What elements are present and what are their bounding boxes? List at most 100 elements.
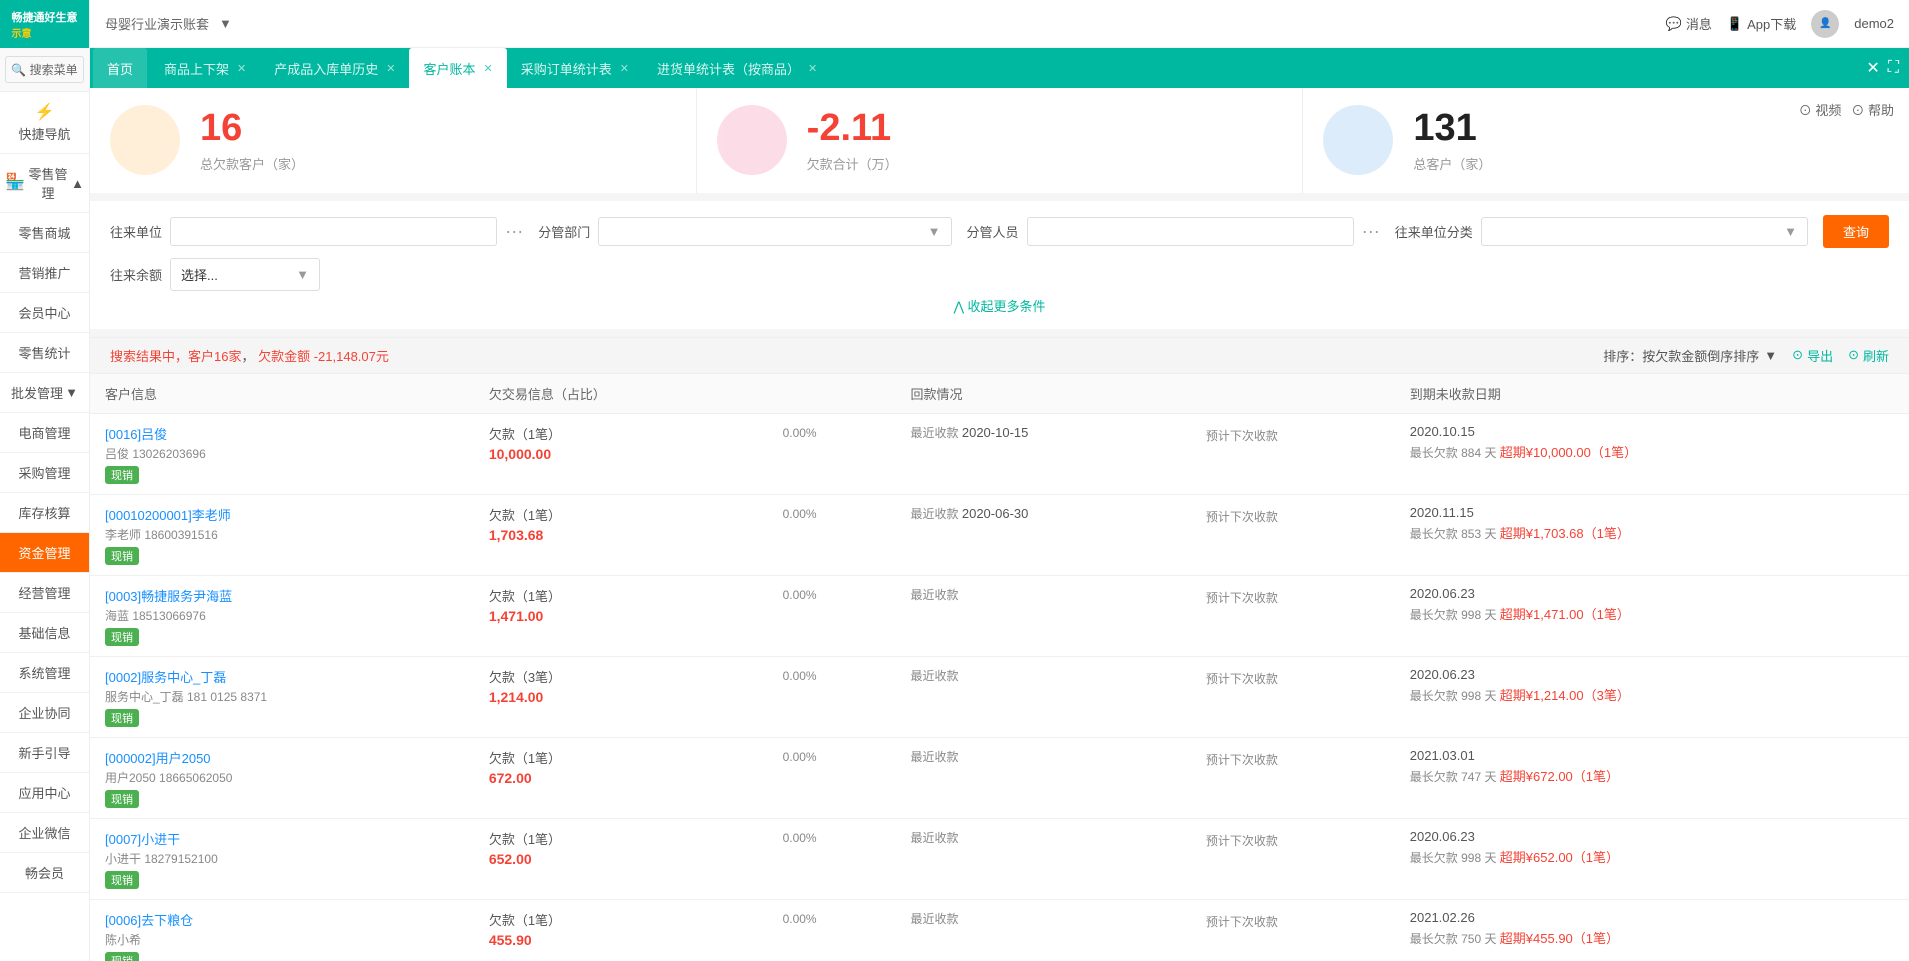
cell-overdue-1: 2020.11.15 最长欠款 853 天 超期¥1,703.68（1笔） (1395, 494, 1909, 575)
cell-next-5: 预计下次收款 (1191, 818, 1395, 899)
tab-close-product-listing[interactable]: ✕ (237, 62, 246, 75)
debt-count-6: 欠款（1笔） (489, 910, 753, 929)
sidebar-item-ecommerce[interactable]: 电商管理 (0, 413, 89, 453)
sidebar-item-app-center[interactable]: 应用中心 (0, 773, 89, 813)
overdue-link-2[interactable]: 超期¥1,471.00（1笔） (1500, 607, 1630, 622)
filter-group-balance: 往来余额 选择... ▼ (110, 258, 1889, 291)
customer-phone-3: 服务中心_丁磊 181 0125 8371 (105, 688, 459, 705)
sidebar-item-finance[interactable]: 资金管理 (0, 533, 89, 573)
filter-select-balance[interactable]: 选择... ▼ (170, 258, 320, 291)
refresh-button[interactable]: ⊙ 刷新 (1848, 346, 1889, 365)
sidebar-item-wholesale-mgmt[interactable]: 批发管理 ▼ (0, 373, 89, 413)
customer-phone-4: 用户2050 18665062050 (105, 769, 459, 786)
sidebar: 畅捷通好生意 示意 🔍 搜索菜单 ⚡ 快捷导航 🏪 零售管理 ▲ 零售商城 营销… (0, 0, 90, 961)
card-content-3: 131 总客户（家） (1413, 108, 1491, 173)
tab-customer-account[interactable]: 客户账本 ✕ (409, 48, 506, 88)
debt-count-1: 欠款（1笔） (489, 505, 753, 524)
tab-close-purchase-summary[interactable]: ✕ (620, 62, 629, 75)
customer-link-6[interactable]: [0006]去下粮仓 (105, 913, 193, 928)
search-menu-button[interactable]: 🔍 搜索菜单 (5, 56, 84, 83)
filter-input-person[interactable] (1027, 217, 1354, 246)
filter-label-dept: 分管部门 (538, 222, 590, 241)
overdue-link-1[interactable]: 超期¥1,703.68（1笔） (1500, 526, 1630, 541)
cell-customer-1: [00010200001]李老师 李老师 18600391516 现销 (90, 494, 474, 575)
overdue-link-0[interactable]: 超期¥10,000.00（1笔） (1500, 445, 1637, 460)
overdue-detail-1: 最长欠款 853 天 超期¥1,703.68（1笔） (1410, 523, 1894, 542)
sidebar-item-basic-info[interactable]: 基础信息 (0, 613, 89, 653)
overdue-detail-5: 最长欠款 998 天 超期¥652.00（1笔） (1410, 847, 1894, 866)
avatar[interactable]: 👤 (1811, 10, 1839, 38)
filter-group-person: 分管人员 ··· (967, 217, 1380, 246)
table-row: [0006]去下粮仓 陈小希 现销 欠款（1笔） 455.90 0.00% 最近… (90, 899, 1909, 961)
help-link[interactable]: ⊙ 帮助 (1851, 100, 1894, 119)
message-button[interactable]: 💬 消息 (1666, 14, 1712, 33)
card-number-1: 16 (200, 108, 304, 150)
filter-select-dept[interactable]: ▼ (598, 217, 951, 246)
overdue-link-4[interactable]: 超期¥672.00（1笔） (1500, 769, 1619, 784)
customer-link-2[interactable]: [0003]畅捷服务尹海蓝 (105, 589, 232, 604)
tab-close-production-history[interactable]: ✕ (386, 62, 395, 75)
customer-link-3[interactable]: [0002]服务中心_丁磊 (105, 670, 226, 685)
debt-amount-1: 1,703.68 (489, 527, 753, 543)
filter-input-unit[interactable] (170, 217, 497, 246)
sidebar-item-newbie[interactable]: 新手引导 (0, 733, 89, 773)
sidebar-item-operations[interactable]: 经营管理 (0, 573, 89, 613)
filter-person-dots[interactable]: ··· (1362, 221, 1380, 242)
tabs-expand-icon[interactable]: ⛶ (1888, 59, 1899, 77)
customer-phone-5: 小进干 18279152100 (105, 850, 459, 867)
sidebar-item-retail-mgmt[interactable]: 🏪 零售管理 ▲ (0, 154, 89, 213)
card-icon-building: ▦ (1323, 105, 1393, 175)
sidebar-item-retail-stats[interactable]: 零售统计 (0, 333, 89, 373)
overdue-link-5[interactable]: 超期¥652.00（1笔） (1500, 850, 1619, 865)
top-bar-left: 母婴行业演示账套 ▼ (105, 14, 232, 33)
overdue-link-6[interactable]: 超期¥455.90（1笔） (1500, 931, 1619, 946)
collapse-filters-button[interactable]: ⋀ 收起更多条件 (110, 296, 1889, 315)
video-link[interactable]: ⊙ 视频 (1799, 100, 1842, 119)
customer-link-0[interactable]: [0016]吕俊 (105, 427, 167, 442)
customer-link-5[interactable]: [0007]小进干 (105, 832, 180, 847)
cell-customer-4: [000002]用户2050 用户2050 18665062050 现销 (90, 737, 474, 818)
cell-debt-6: 欠款（1笔） 455.90 (474, 899, 768, 961)
customer-link-1[interactable]: [00010200001]李老师 (105, 508, 231, 523)
filter-group-unit: 往来单位 ··· (110, 217, 523, 246)
tab-production-history[interactable]: 产成品入库单历史 ✕ (260, 48, 409, 88)
overdue-link-3[interactable]: 超期¥1,214.00（3笔） (1500, 688, 1630, 703)
customer-badge-4: 现销 (105, 790, 139, 808)
sidebar-item-chang-member[interactable]: 畅会员 (0, 853, 89, 893)
cell-next-3: 预计下次收款 (1191, 656, 1395, 737)
app-download-button[interactable]: 📱 App下载 (1727, 14, 1796, 33)
sidebar-item-enterprise-wechat[interactable]: 企业微信 (0, 813, 89, 853)
export-button[interactable]: ⊙ 导出 (1792, 346, 1833, 365)
tab-close-inbound-summary[interactable]: ✕ (808, 62, 817, 75)
sort-chevron-icon: ▼ (1764, 348, 1777, 363)
table-row: [0007]小进干 小进干 18279152100 现销 欠款（1笔） 652.… (90, 818, 1909, 899)
overdue-detail-0: 最长欠款 884 天 超期¥10,000.00（1笔） (1410, 442, 1894, 461)
sidebar-item-member-center[interactable]: 会员中心 (0, 293, 89, 333)
tabs-close-all-icon[interactable]: ✕ (1866, 58, 1879, 78)
collection-next-5: 预计下次收款 (1206, 832, 1380, 849)
sort-select[interactable]: 排序：按欠款金额倒序排序 ▼ (1603, 346, 1777, 365)
sidebar-item-inventory[interactable]: 库存核算 (0, 493, 89, 533)
sidebar-item-purchase-mgmt[interactable]: 采购管理 (0, 453, 89, 493)
sidebar-item-quick-nav[interactable]: ⚡ 快捷导航 (0, 92, 89, 154)
query-button[interactable]: 查询 (1823, 215, 1889, 248)
card-label-2: 欠款合计（万） (807, 154, 898, 173)
filter-label-person: 分管人员 (967, 222, 1019, 241)
cell-debt-4: 欠款（1笔） 672.00 (474, 737, 768, 818)
cell-debt-1: 欠款（1笔） 1,703.68 (474, 494, 768, 575)
tab-purchase-summary[interactable]: 采购订单统计表 ✕ (507, 48, 643, 88)
tab-home[interactable]: 首页 (93, 48, 147, 88)
debt-amount-5: 652.00 (489, 851, 753, 867)
sidebar-item-marketing[interactable]: 营销推广 (0, 253, 89, 293)
collection-latest-5: 最近收款 (911, 829, 1176, 846)
sidebar-item-enterprise-collab[interactable]: 企业协同 (0, 693, 89, 733)
industry-dropdown-icon[interactable]: ▼ (219, 16, 232, 31)
tab-product-listing[interactable]: 商品上下架 ✕ (150, 48, 260, 88)
filter-unit-dots[interactable]: ··· (505, 221, 523, 242)
sidebar-item-retail-mall[interactable]: 零售商城 (0, 213, 89, 253)
tab-inbound-summary[interactable]: 进货单统计表（按商品） ✕ (643, 48, 831, 88)
sidebar-item-system[interactable]: 系统管理 (0, 653, 89, 693)
customer-link-4[interactable]: [000002]用户2050 (105, 751, 211, 766)
tab-close-customer-account[interactable]: ✕ (484, 62, 493, 75)
filter-select-category[interactable]: ▼ (1481, 217, 1808, 246)
